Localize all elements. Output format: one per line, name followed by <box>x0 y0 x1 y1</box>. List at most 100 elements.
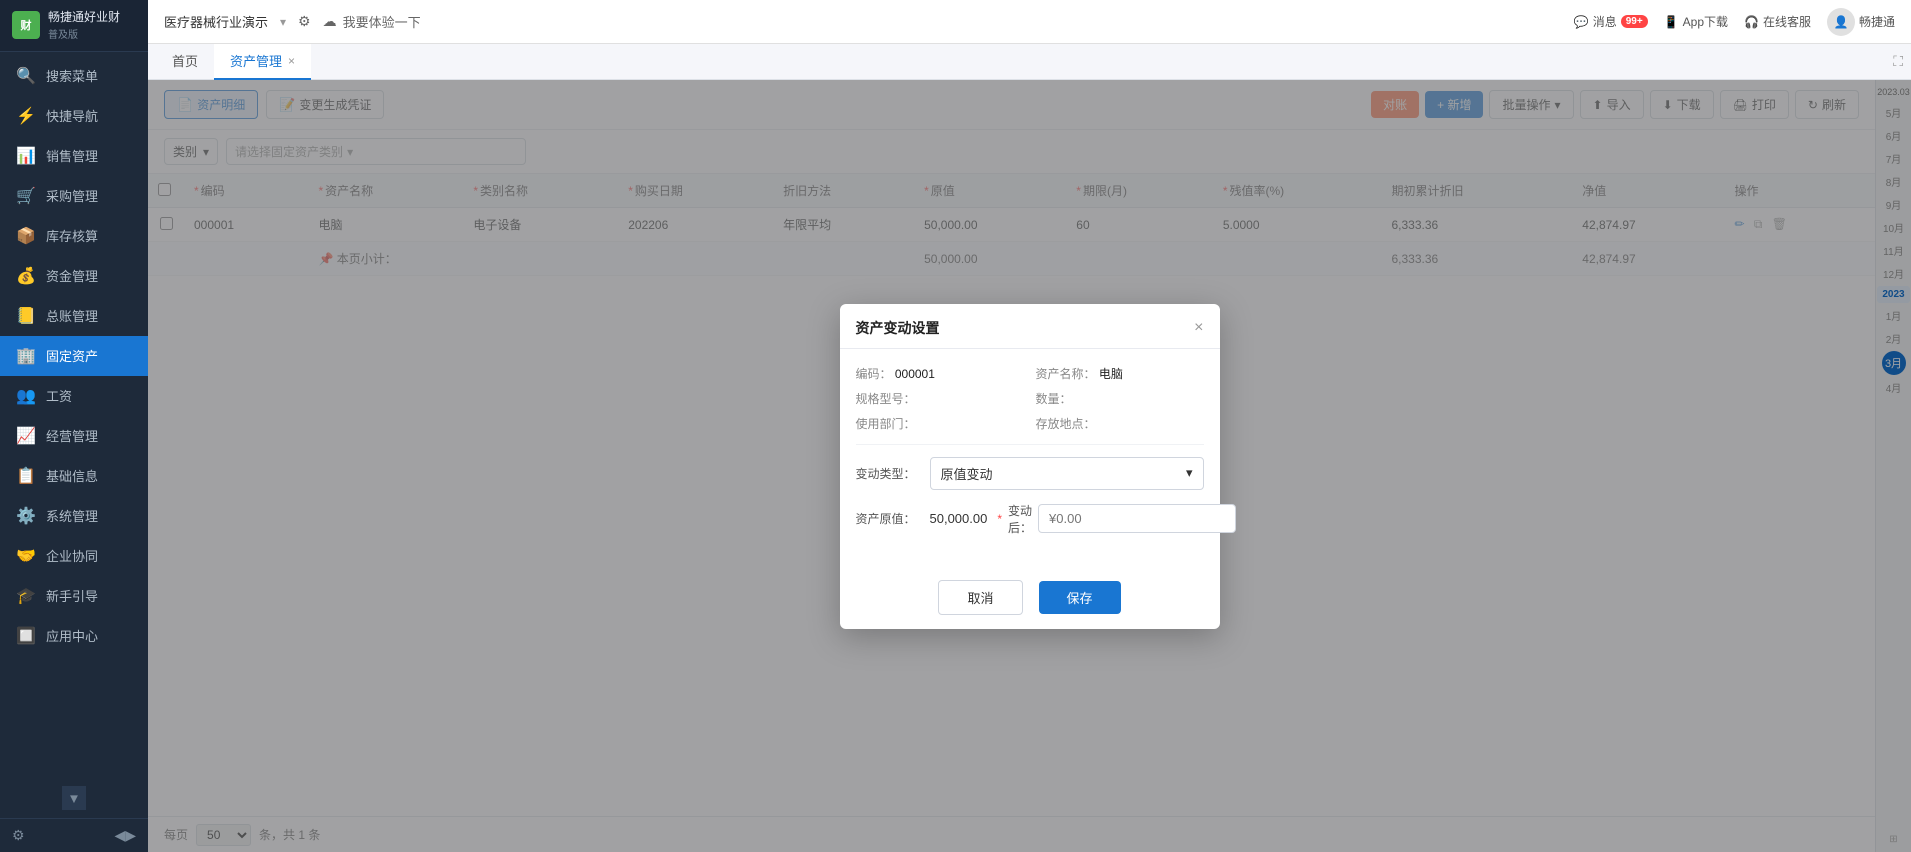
dialog-close-button[interactable]: × <box>1194 319 1203 337</box>
chevron-down-icon: ▾ <box>1186 465 1193 481</box>
change-type-label: 变动类型： <box>856 465 920 482</box>
operations-icon: 📈 <box>16 426 36 446</box>
tab-close-icon[interactable]: × <box>288 54 295 68</box>
assets-icon: 🏢 <box>16 346 36 366</box>
dialog-header: 资产变动设置 × <box>840 304 1220 349</box>
dialog-code-field: 编码： 000001 <box>856 365 1024 382</box>
tab-asset-label: 资产管理 <box>230 51 282 70</box>
sidebar-item-appcenter[interactable]: 🔲 应用中心 <box>0 616 148 656</box>
dialog-storage-field: 存放地点： <box>1036 415 1204 432</box>
sidebar-item-enterprise[interactable]: 🤝 企业协同 <box>0 536 148 576</box>
gear-icon[interactable]: ⚙ <box>298 13 311 30</box>
sidebar-item-label: 库存核算 <box>46 226 98 245</box>
sidebar-item-basic[interactable]: 📋 基础信息 <box>0 456 148 496</box>
sidebar-item-label: 企业协同 <box>46 546 98 565</box>
sidebar-item-purchase[interactable]: 🛒 采购管理 <box>0 176 148 216</box>
appcenter-icon: 🔲 <box>16 626 36 646</box>
dialog-info-grid: 编码： 000001 资产名称： 电脑 规格型号： 数量： <box>856 365 1204 445</box>
sidebar-nav: 🔍 搜索菜单 ⚡ 快捷导航 📊 销售管理 🛒 采购管理 📦 库存核算 💰 资金管… <box>0 52 148 782</box>
change-type-select[interactable]: 原值变动 ▾ <box>930 457 1204 490</box>
sidebar-item-payroll[interactable]: 👥 工资 <box>0 376 148 416</box>
sidebar-bottom: ⚙ ◀▶ <box>0 818 148 852</box>
dialog-department-field: 使用部门： <box>856 415 1024 432</box>
collapse-icon[interactable]: ◀▶ <box>114 827 136 844</box>
sidebar-item-inventory[interactable]: 📦 库存核算 <box>0 216 148 256</box>
app-subtitle: 普及版 <box>48 26 120 41</box>
sidebar-item-sales[interactable]: 📊 销售管理 <box>0 136 148 176</box>
amount-after-input[interactable] <box>1038 504 1236 533</box>
app-download-label: App下载 <box>1683 13 1728 30</box>
sidebar-item-label: 基础信息 <box>46 466 98 485</box>
amount-row: 资产原值： 50,000.00 * 变动后： <box>856 502 1204 536</box>
dialog-quantity-field: 数量： <box>1036 390 1204 407</box>
quicknav-icon: ⚡ <box>16 106 36 126</box>
amount-after-section: * 变动后： <box>997 502 1236 536</box>
sidebar-item-system[interactable]: ⚙️ 系统管理 <box>0 496 148 536</box>
user-name: 畅捷通 <box>1859 13 1895 30</box>
app-logo: 财 <box>12 11 40 39</box>
dialog-code-label: 编码： <box>856 367 892 381</box>
funds-icon: 💰 <box>16 266 36 286</box>
sidebar-scroll-down[interactable]: ▼ <box>62 786 86 810</box>
sidebar-item-quicknav[interactable]: ⚡ 快捷导航 <box>0 96 148 136</box>
sidebar-item-label: 固定资产 <box>46 346 98 365</box>
sidebar-item-label: 系统管理 <box>46 506 98 525</box>
customer-service-btn[interactable]: 🎧 在线客服 <box>1744 13 1811 30</box>
topbar: 医疗器械行业演示 ▾ ⚙ ☁ 我要体验一下 💬 消息 99+ 📱 App下载 🎧… <box>148 0 1911 44</box>
sidebar-item-search[interactable]: 🔍 搜索菜单 <box>0 56 148 96</box>
after-label: 变动后： <box>1008 502 1032 536</box>
sidebar-item-label: 总账管理 <box>46 306 98 325</box>
sidebar-item-assets[interactable]: 🏢 固定资产 <box>0 336 148 376</box>
ledger-icon: 📒 <box>16 306 36 326</box>
expand-icon: ⛶ <box>1893 53 1903 69</box>
sidebar-item-label: 工资 <box>46 386 72 405</box>
content-area: 📄 资产明细 📝 变更生成凭证 对账 + 新增 批量操作 ▾ ⬆ <box>148 80 1911 852</box>
change-type-value: 原值变动 <box>941 464 993 483</box>
sidebar-item-label: 资金管理 <box>46 266 98 285</box>
purchase-icon: 🛒 <box>16 186 36 206</box>
search-icon: 🔍 <box>16 66 36 86</box>
sidebar-item-funds[interactable]: 💰 资金管理 <box>0 256 148 296</box>
asset-change-dialog: 资产变动设置 × 编码： 000001 资产名称： 电脑 <box>840 304 1220 629</box>
sidebar-header: 财 畅捷通好业财 普及版 <box>0 0 148 52</box>
dialog-name-label: 资产名称： <box>1036 367 1096 381</box>
tab-asset-management[interactable]: 资产管理 × <box>214 44 311 80</box>
save-button[interactable]: 保存 <box>1039 581 1121 614</box>
avatar: 👤 <box>1827 8 1855 36</box>
cancel-button[interactable]: 取消 <box>938 580 1022 615</box>
message-btn[interactable]: 💬 消息 99+ <box>1574 13 1648 30</box>
message-icon: 💬 <box>1574 15 1589 29</box>
tab-home[interactable]: 首页 <box>156 44 214 80</box>
system-icon: ⚙️ <box>16 506 36 526</box>
sidebar-item-ledger[interactable]: 📒 总账管理 <box>0 296 148 336</box>
tab-home-label: 首页 <box>172 51 198 70</box>
topbar-right: 💬 消息 99+ 📱 App下载 🎧 在线客服 👤 畅捷通 <box>1574 8 1895 36</box>
sidebar-item-label: 采购管理 <box>46 186 98 205</box>
dialog-name-field: 资产名称： 电脑 <box>1036 365 1204 382</box>
sales-icon: 📊 <box>16 146 36 166</box>
app-download-btn[interactable]: 📱 App下载 <box>1664 13 1728 30</box>
tab-expand-btn[interactable]: ⛶ <box>1893 53 1903 70</box>
message-label: 消息 <box>1593 13 1617 30</box>
customer-service-label: 在线客服 <box>1763 13 1811 30</box>
sidebar-item-label: 新手引导 <box>46 586 98 605</box>
guide-icon: 🎓 <box>16 586 36 606</box>
tabbar: 首页 资产管理 × ⛶ <box>148 44 1911 80</box>
headset-icon: 🎧 <box>1744 15 1759 29</box>
chevron-down-icon: ▾ <box>280 15 286 29</box>
inventory-icon: 📦 <box>16 226 36 246</box>
dialog-name-value: 电脑 <box>1099 367 1123 381</box>
dialog-spec-label: 规格型号： <box>856 392 916 406</box>
sidebar-item-guide[interactable]: 🎓 新手引导 <box>0 576 148 616</box>
dialog-overlay: 资产变动设置 × 编码： 000001 资产名称： 电脑 <box>148 80 1911 852</box>
experience-btn[interactable]: ☁ 我要体验一下 <box>323 12 421 31</box>
cloud-icon: ☁ <box>323 13 337 30</box>
settings-icon[interactable]: ⚙ <box>12 827 25 844</box>
original-value-display: 50,000.00 <box>930 511 988 526</box>
dialog-quantity-label: 数量： <box>1036 392 1072 406</box>
dialog-department-label: 使用部门： <box>856 417 916 431</box>
user-btn[interactable]: 👤 畅捷通 <box>1827 8 1895 36</box>
download-icon: 📱 <box>1664 15 1679 29</box>
sidebar: 财 畅捷通好业财 普及版 🔍 搜索菜单 ⚡ 快捷导航 📊 销售管理 🛒 采购管理… <box>0 0 148 852</box>
sidebar-item-operations[interactable]: 📈 经营管理 <box>0 416 148 456</box>
